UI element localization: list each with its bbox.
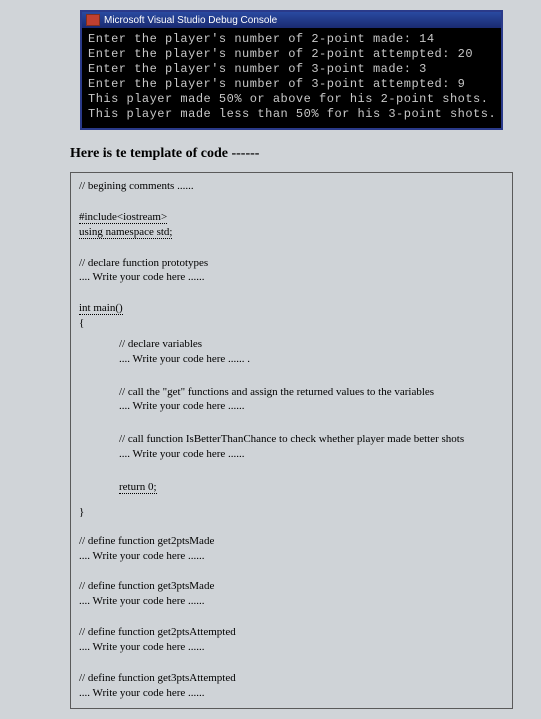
code-placeholder: .... Write your code here ......	[119, 399, 504, 414]
code-call-better: // call function IsBetterThanChance to c…	[119, 432, 504, 447]
page: Microsoft Visual Studio Debug Console En…	[0, 0, 541, 719]
code-placeholder: .... Write your code here ......	[79, 686, 504, 701]
code-return: return 0;	[119, 480, 504, 495]
console-icon	[86, 14, 100, 26]
code-placeholder: .... Write your code here ...... .	[119, 352, 504, 367]
code-comment: // begining comments ......	[79, 179, 504, 194]
console-titlebar: Microsoft Visual Studio Debug Console	[82, 12, 501, 28]
code-placeholder: .... Write your code here ......	[79, 270, 504, 285]
code-placeholder: .... Write your code here ......	[79, 549, 504, 564]
template-heading: Here is te template of code ------	[70, 146, 513, 162]
debug-console: Microsoft Visual Studio Debug Console En…	[80, 10, 503, 130]
console-line: Enter the player's number of 2-point mad…	[88, 32, 435, 46]
code-include: #include<iostream>	[79, 210, 504, 225]
code-def-3made: // define function get3ptsMade	[79, 579, 504, 594]
code-main-text: int main()	[79, 302, 123, 315]
code-def-2att: // define function get2ptsAttempted	[79, 625, 504, 640]
console-line: This player made less than 50% for his 3…	[88, 107, 496, 121]
code-decl-vars: // declare variables	[119, 337, 504, 352]
code-include-text: #include<iostream>	[79, 211, 167, 224]
console-line: Enter the player's number of 3-point mad…	[88, 62, 427, 76]
code-def-3att: // define function get3ptsAttempted	[79, 671, 504, 686]
console-line: This player made 50% or above for his 2-…	[88, 92, 488, 106]
code-template: // begining comments ...... #include<ios…	[70, 172, 513, 709]
code-call-get: // call the "get" functions and assign t…	[119, 385, 504, 400]
code-main: int main()	[79, 301, 504, 316]
console-line: Enter the player's number of 2-point att…	[88, 47, 473, 61]
console-line: Enter the player's number of 3-point att…	[88, 77, 465, 91]
code-brace: {	[79, 316, 504, 331]
code-using: using namespace std;	[79, 225, 504, 240]
code-placeholder: .... Write your code here ......	[119, 447, 504, 462]
code-return-text: return 0;	[119, 481, 157, 494]
console-title-text: Microsoft Visual Studio Debug Console	[104, 15, 277, 26]
code-def-2made: // define function get2ptsMade	[79, 534, 504, 549]
code-using-text: using namespace std;	[79, 226, 172, 239]
code-placeholder: .... Write your code here ......	[79, 640, 504, 655]
code-brace: }	[79, 505, 504, 520]
console-body: Enter the player's number of 2-point mad…	[82, 28, 501, 128]
code-placeholder: .... Write your code here ......	[79, 594, 504, 609]
code-proto-comment: // declare function prototypes	[79, 256, 504, 271]
